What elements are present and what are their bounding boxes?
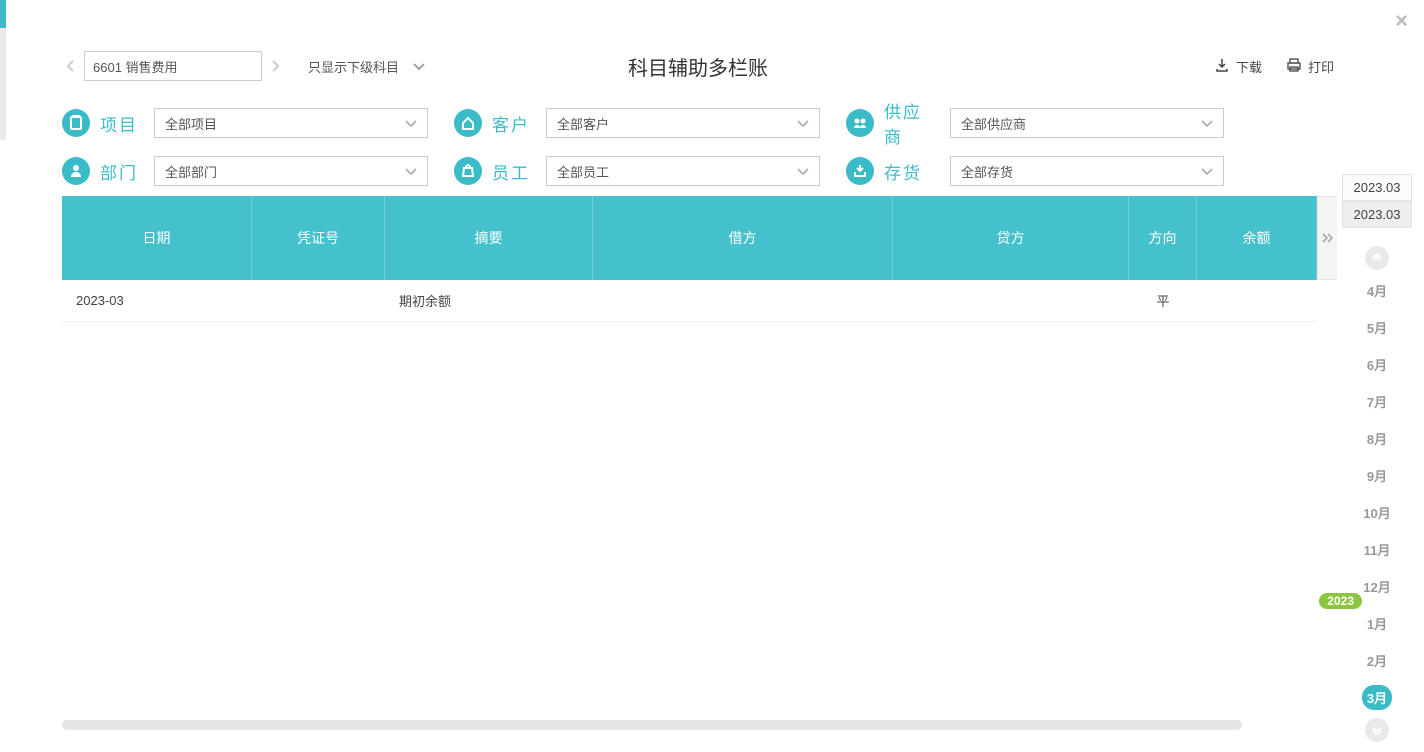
filter-department: 部门 全部部门 [62,156,428,186]
filter-project: 项目 全部项目 [62,108,428,138]
action-buttons: 下载 打印 [1214,57,1334,76]
filter-employee: 员工 全部员工 [454,156,820,186]
period-panel: 2023.032023.03 4月 5月 6月 7月 8月 9月 10月 11月 12月 1月 2月… [1342,174,1412,742]
cell-credit [893,280,1129,321]
next-subject-arrow[interactable] [266,57,284,75]
chevron-down-icon [413,59,425,74]
print-button[interactable]: 打印 [1286,57,1334,76]
filter-project-value: 全部项目 [165,114,217,133]
print-icon [1286,57,1302,76]
level-select[interactable]: 只显示下级科目 [308,57,425,76]
date-chip[interactable]: 2023.03 [1342,201,1412,228]
filter-row-2: 部门 全部部门 员工 全部员工 存货 全部存货 [62,156,1334,186]
month-list: 4月 5月 6月 7月 8月 9月 10月 11月 12月 1月 2月 3月 [1362,278,1392,710]
col-header-voucher: 凭证号 [252,196,385,280]
filter-vendor: 供应商 全部供应商 [846,98,1224,148]
date-chip[interactable]: 2023.03 [1342,174,1412,201]
filter-vendor-value: 全部供应商 [961,114,1026,133]
col-header-balance: 余额 [1197,196,1317,280]
month-item[interactable]: 4月 [1362,278,1392,303]
print-label: 打印 [1308,57,1334,76]
chevron-down-icon [405,116,417,131]
month-item[interactable]: 5月 [1362,315,1392,340]
filter-area: 项目 全部项目 客户 全部客户 供应商 全部供应商 [62,98,1334,186]
chevron-down-icon [797,164,809,179]
month-item[interactable]: 9月 [1362,463,1392,488]
subject-code-text: 6601 销售费用 [93,57,178,76]
filter-vendor-label: 供应商 [884,98,940,148]
cell-voucher [252,280,385,321]
project-icon [62,109,90,137]
filter-vendor-select[interactable]: 全部供应商 [950,108,1224,138]
filter-employee-value: 全部员工 [557,162,609,181]
filter-stock: 存货 全部存货 [846,156,1224,186]
chevron-down-icon [405,164,417,179]
month-item[interactable]: 10月 [1362,500,1392,525]
cell-summary: 期初余额 [385,280,593,321]
download-icon [1214,57,1230,76]
filter-customer: 客户 全部客户 [454,108,820,138]
chevron-down-icon [1201,116,1213,131]
month-item[interactable]: 8月 [1362,426,1392,451]
filter-employee-label: 员工 [492,159,536,184]
table-row[interactable]: 2023-03 期初余额 平 [62,280,1317,322]
chevron-down-icon [797,116,809,131]
col-header-summary: 摘要 [385,196,593,280]
col-header-debit: 借方 [593,196,893,280]
col-header-date: 日期 [62,196,252,280]
filter-customer-value: 全部客户 [557,114,609,133]
horizontal-scrollbar[interactable] [62,720,1317,730]
prev-subject-arrow[interactable] [62,57,80,75]
stock-icon [846,157,874,185]
scroll-down-button[interactable] [1365,718,1389,742]
topbar: 6601 销售费用 只显示下级科目 科目辅助多栏账 下载 打印 [62,48,1334,84]
main-content: 6601 销售费用 只显示下级科目 科目辅助多栏账 下载 打印 [62,48,1334,752]
month-item[interactable]: 7月 [1362,389,1392,414]
close-button[interactable]: × [1395,8,1408,34]
cell-direction: 平 [1129,280,1197,321]
subject-selector[interactable]: 6601 销售费用 [84,51,262,81]
scroll-up-button[interactable] [1365,246,1389,270]
month-item[interactable]: 3月 [1362,685,1392,710]
vendor-icon [846,109,874,137]
chevron-down-icon [1201,164,1213,179]
department-icon [62,157,90,185]
filter-employee-select[interactable]: 全部员工 [546,156,820,186]
customer-icon [454,109,482,137]
ledger-table: 日期 凭证号 摘要 借方 贷方 方向 余额 2023-03 期初余额 平 [62,196,1317,322]
month-item[interactable]: 11月 [1362,537,1392,562]
level-select-label: 只显示下级科目 [308,57,399,76]
month-item[interactable]: 2月 [1362,648,1392,673]
page-title: 科目辅助多栏账 [628,52,768,81]
cell-balance [1197,280,1317,321]
filter-department-value: 全部部门 [165,162,217,181]
table-body: 2023-03 期初余额 平 [62,280,1317,322]
filter-row-1: 项目 全部项目 客户 全部客户 供应商 全部供应商 [62,98,1334,148]
filter-department-label: 部门 [100,159,144,184]
filter-stock-label: 存货 [884,159,940,184]
expand-columns-button[interactable] [1317,196,1337,280]
month-item[interactable]: 12月 [1362,574,1392,599]
filter-customer-select[interactable]: 全部客户 [546,108,820,138]
filter-department-select[interactable]: 全部部门 [154,156,428,186]
left-app-strip [0,0,6,140]
col-header-credit: 贷方 [893,196,1129,280]
year-badge: 2023 [1319,593,1362,609]
filter-stock-value: 全部存货 [961,162,1013,181]
col-header-direction: 方向 [1129,196,1197,280]
date-range-chips: 2023.032023.03 [1342,174,1412,228]
cell-debit [593,280,893,321]
table-header: 日期 凭证号 摘要 借方 贷方 方向 余额 [62,196,1317,280]
download-button[interactable]: 下载 [1214,57,1262,76]
filter-customer-label: 客户 [492,111,536,136]
employee-icon [454,157,482,185]
cell-date: 2023-03 [62,280,252,321]
filter-project-label: 项目 [100,111,144,136]
download-label: 下载 [1236,57,1262,76]
month-item[interactable]: 6月 [1362,352,1392,377]
scrollbar-thumb[interactable] [62,720,1242,730]
filter-project-select[interactable]: 全部项目 [154,108,428,138]
month-item[interactable]: 1月 [1362,611,1392,636]
filter-stock-select[interactable]: 全部存货 [950,156,1224,186]
